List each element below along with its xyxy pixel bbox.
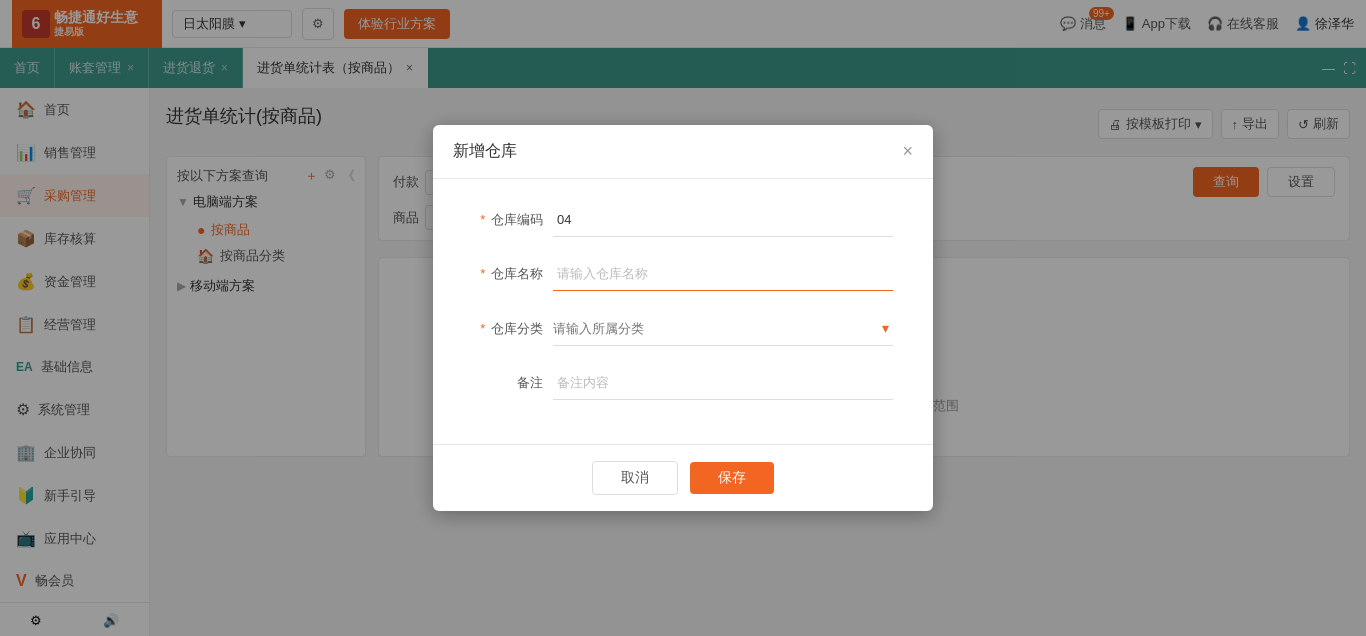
dialog-footer: 取消 保存 bbox=[433, 444, 933, 511]
category-label: * 仓库分类 bbox=[473, 320, 553, 338]
name-label: * 仓库名称 bbox=[473, 265, 553, 283]
dialog-close-button[interactable]: × bbox=[902, 141, 913, 162]
name-input[interactable] bbox=[553, 257, 893, 291]
code-label: * 仓库编码 bbox=[473, 211, 553, 229]
note-input[interactable] bbox=[553, 366, 893, 400]
form-row-code: * 仓库编码 bbox=[473, 203, 893, 237]
new-warehouse-dialog: 新增仓库 × * 仓库编码 * 仓库名称 bbox=[433, 125, 933, 511]
dialog-body: * 仓库编码 * 仓库名称 * 仓库分类 bbox=[433, 179, 933, 444]
modal-overlay: 新增仓库 × * 仓库编码 * 仓库名称 bbox=[0, 0, 1366, 636]
save-button[interactable]: 保存 bbox=[690, 462, 774, 494]
form-row-name: * 仓库名称 bbox=[473, 257, 893, 291]
category-dropdown-icon: ▾ bbox=[882, 320, 889, 336]
code-input[interactable] bbox=[553, 203, 893, 237]
form-row-note: 备注 bbox=[473, 366, 893, 400]
note-label: 备注 bbox=[473, 374, 553, 392]
code-required-mark: * bbox=[480, 212, 485, 227]
name-required-mark: * bbox=[480, 266, 485, 281]
category-input[interactable] bbox=[553, 311, 893, 345]
dialog-header: 新增仓库 × bbox=[433, 125, 933, 179]
category-select-wrapper: ▾ bbox=[553, 311, 893, 346]
dialog-title: 新增仓库 bbox=[453, 141, 517, 162]
category-required-mark: * bbox=[480, 321, 485, 336]
form-row-category: * 仓库分类 ▾ bbox=[473, 311, 893, 346]
cancel-button[interactable]: 取消 bbox=[592, 461, 678, 495]
